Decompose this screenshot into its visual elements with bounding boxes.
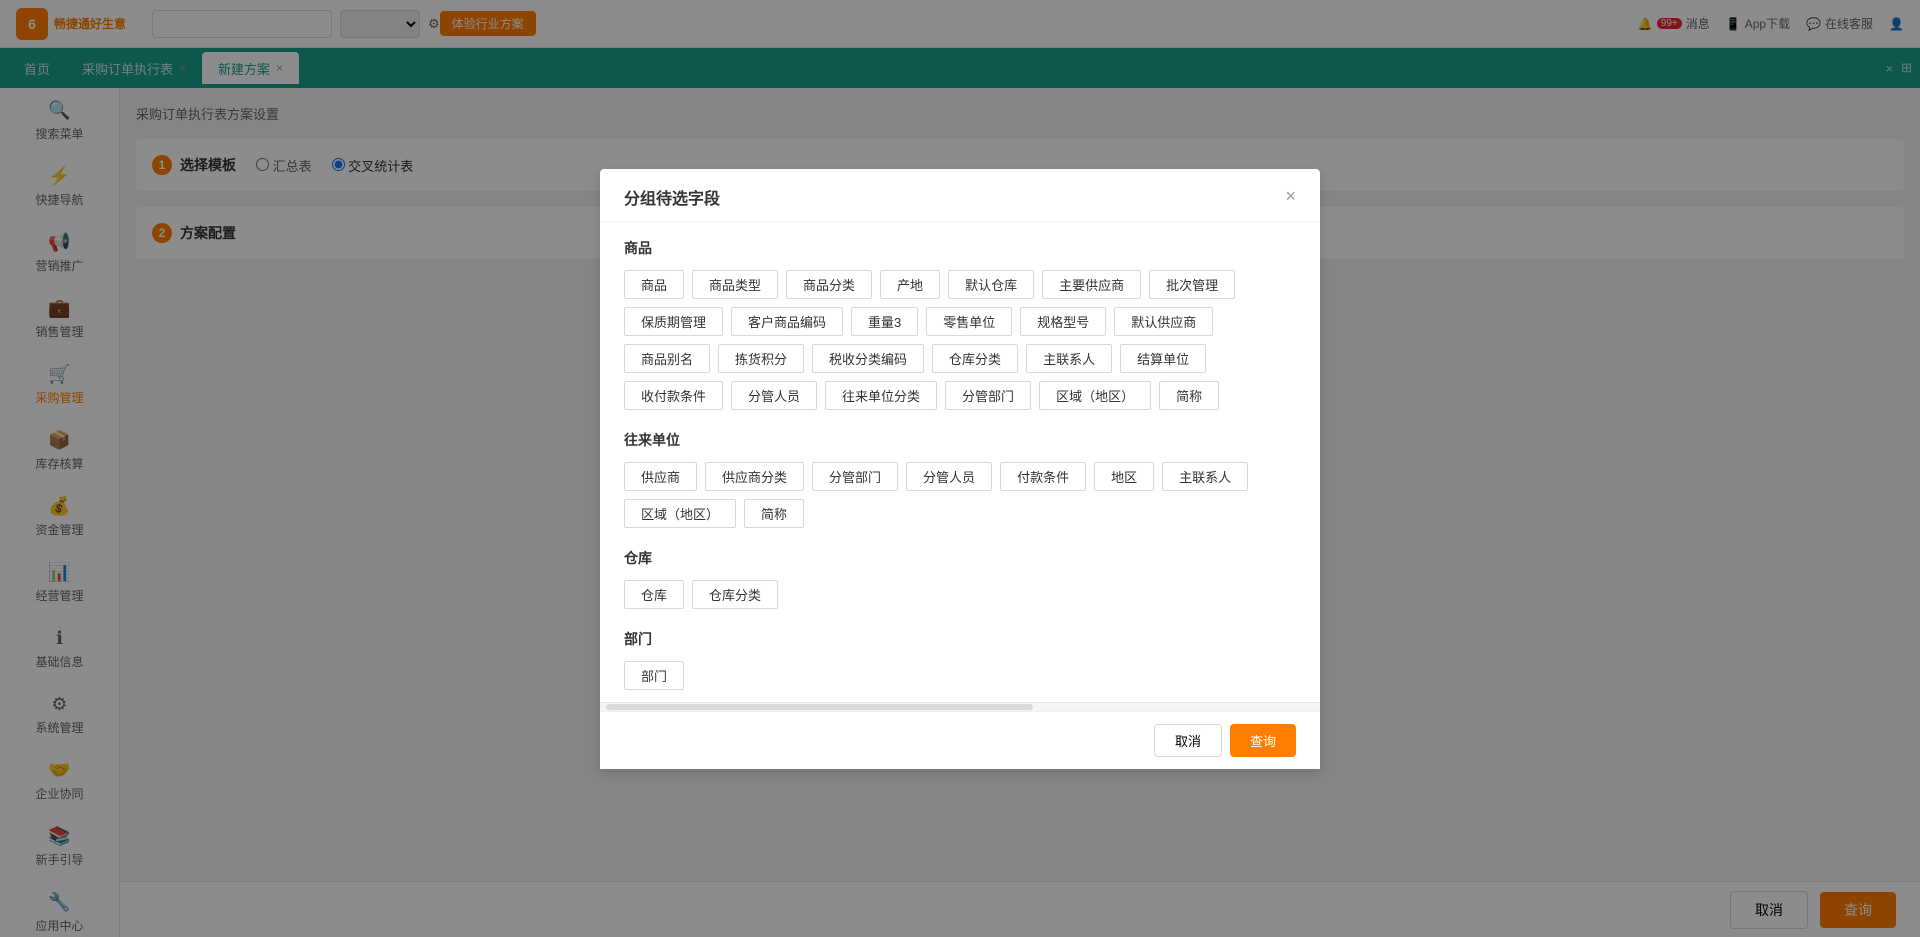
field-tag[interactable]: 商品分类	[786, 270, 872, 299]
field-tag[interactable]: 默认仓库	[948, 270, 1034, 299]
field-tag[interactable]: 主联系人	[1162, 462, 1248, 491]
field-tag[interactable]: 地区	[1094, 462, 1154, 491]
field-tag[interactable]: 商品	[624, 270, 684, 299]
field-tag[interactable]: 简称	[1159, 381, 1219, 410]
dialog: 分组待选字段 × 商品 商品 商品类型 商品分类 产地 默认仓库 主要供应商 批…	[600, 169, 1320, 769]
field-tag[interactable]: 往来单位分类	[825, 381, 937, 410]
field-group-warehouse-title: 仓库	[624, 548, 1296, 568]
field-tag[interactable]: 分管人员	[906, 462, 992, 491]
field-tag[interactable]: 商品类型	[692, 270, 778, 299]
field-tag[interactable]: 分管人员	[731, 381, 817, 410]
field-tag[interactable]: 分管部门	[812, 462, 898, 491]
field-tags-product: 商品 商品类型 商品分类 产地 默认仓库 主要供应商 批次管理 保质期管理 客户…	[624, 270, 1296, 410]
dialog-header: 分组待选字段 ×	[600, 169, 1320, 222]
field-group-product-title: 商品	[624, 238, 1296, 258]
field-tag[interactable]: 区域（地区）	[624, 499, 736, 528]
field-tag[interactable]: 商品别名	[624, 344, 710, 373]
field-tag[interactable]: 简称	[744, 499, 804, 528]
field-tag[interactable]: 付款条件	[1000, 462, 1086, 491]
field-group-warehouse: 仓库 仓库 仓库分类	[624, 548, 1296, 609]
dialog-confirm-btn[interactable]: 查询	[1230, 724, 1296, 757]
field-tag[interactable]: 产地	[880, 270, 940, 299]
field-tags-warehouse: 仓库 仓库分类	[624, 580, 1296, 609]
field-group-product: 商品 商品 商品类型 商品分类 产地 默认仓库 主要供应商 批次管理 保质期管理…	[624, 238, 1296, 410]
field-tag[interactable]: 重量3	[851, 307, 918, 336]
field-tag[interactable]: 仓库分类	[692, 580, 778, 609]
field-group-department: 部门 部门	[624, 629, 1296, 690]
field-tag[interactable]: 结算单位	[1120, 344, 1206, 373]
field-tag[interactable]: 客户商品编码	[731, 307, 843, 336]
field-tag[interactable]: 仓库	[624, 580, 684, 609]
field-tag[interactable]: 零售单位	[926, 307, 1012, 336]
field-tag[interactable]: 收付款条件	[624, 381, 723, 410]
field-tag[interactable]: 供应商分类	[705, 462, 804, 491]
field-tag[interactable]: 规格型号	[1020, 307, 1106, 336]
field-tag[interactable]: 主联系人	[1026, 344, 1112, 373]
field-tags-partner: 供应商 供应商分类 分管部门 分管人员 付款条件 地区 主联系人 区域（地区） …	[624, 462, 1296, 528]
field-tag[interactable]: 保质期管理	[624, 307, 723, 336]
field-tag[interactable]: 分管部门	[945, 381, 1031, 410]
field-group-partner-title: 往来单位	[624, 430, 1296, 450]
field-tag[interactable]: 默认供应商	[1114, 307, 1213, 336]
field-tag[interactable]: 部门	[624, 661, 684, 690]
dialog-overlay: 分组待选字段 × 商品 商品 商品类型 商品分类 产地 默认仓库 主要供应商 批…	[0, 0, 1920, 937]
field-tag[interactable]: 主要供应商	[1042, 270, 1141, 299]
dialog-title: 分组待选字段	[624, 185, 720, 209]
field-group-partner: 往来单位 供应商 供应商分类 分管部门 分管人员 付款条件 地区 主联系人 区域…	[624, 430, 1296, 528]
dialog-footer: 取消 查询	[600, 711, 1320, 769]
field-tag[interactable]: 税收分类编码	[812, 344, 924, 373]
dialog-close-btn[interactable]: ×	[1285, 186, 1296, 207]
dialog-cancel-btn[interactable]: 取消	[1154, 724, 1222, 757]
dialog-body: 商品 商品 商品类型 商品分类 产地 默认仓库 主要供应商 批次管理 保质期管理…	[600, 222, 1320, 703]
field-tag[interactable]: 批次管理	[1149, 270, 1235, 299]
field-tag[interactable]: 仓库分类	[932, 344, 1018, 373]
field-tag[interactable]: 拣货积分	[718, 344, 804, 373]
field-tag[interactable]: 供应商	[624, 462, 697, 491]
dialog-hscrollbar[interactable]	[600, 702, 1320, 710]
field-group-department-title: 部门	[624, 629, 1296, 649]
field-tags-department: 部门	[624, 661, 1296, 690]
field-tag[interactable]: 区域（地区）	[1039, 381, 1151, 410]
